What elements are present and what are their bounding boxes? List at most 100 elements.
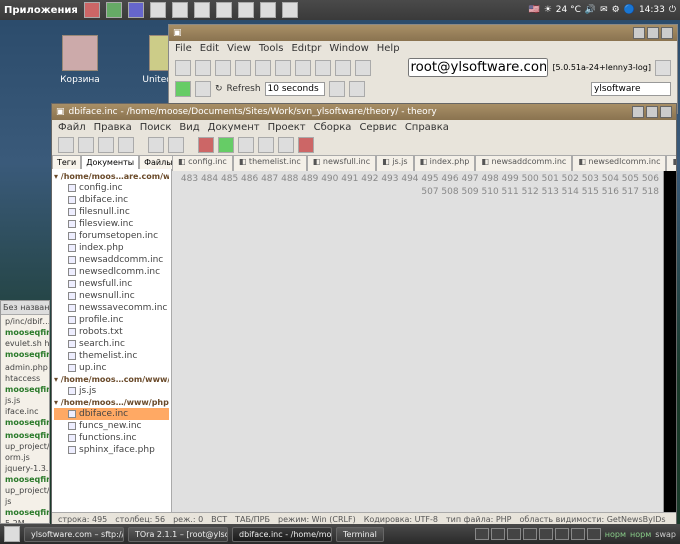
taskbar-task[interactable]: dbiface.inc - /home/moo…: [232, 527, 332, 542]
menu-item[interactable]: Вид: [179, 122, 199, 133]
editor-tab[interactable]: ◧ config.inc: [172, 155, 233, 171]
minimize-button[interactable]: [632, 106, 644, 118]
tray-icon[interactable]: ⚙: [612, 5, 620, 15]
toolbar-button[interactable]: [655, 60, 671, 76]
schema-combo[interactable]: [591, 82, 671, 96]
refresh-icon[interactable]: ↻: [215, 84, 223, 94]
desktop-trash[interactable]: Корзина: [45, 35, 115, 85]
toolbar-button[interactable]: [255, 60, 271, 76]
toolbar-button[interactable]: [329, 81, 345, 97]
tree-file[interactable]: themelist.inc: [54, 350, 169, 362]
toolbar-button[interactable]: [175, 60, 191, 76]
save-button[interactable]: [98, 137, 114, 153]
toolbar-button[interactable]: [278, 137, 294, 153]
sidebar-tab[interactable]: Теги: [52, 155, 81, 169]
menu-item[interactable]: Сервис: [359, 122, 396, 133]
menu-item[interactable]: Edit: [200, 43, 219, 54]
tree-file[interactable]: search.inc: [54, 338, 169, 350]
panel-icon[interactable]: [238, 2, 254, 18]
new-file-button[interactable]: [58, 137, 74, 153]
menu-item[interactable]: View: [227, 43, 251, 54]
tray-icon[interactable]: 🔵: [624, 5, 635, 15]
stop-button[interactable]: [195, 81, 211, 97]
minimize-button[interactable]: [633, 27, 645, 39]
menu-item[interactable]: Help: [377, 43, 400, 54]
file-tree[interactable]: ▾ /home/moos…are.com/wwwconfig.incdbifac…: [52, 169, 171, 512]
editor-tab[interactable]: ◧ newsaddcomm.inc: [475, 155, 572, 171]
toolbar-button[interactable]: [335, 60, 351, 76]
toolbar-button[interactable]: [315, 60, 331, 76]
editor-tab[interactable]: ◧ index.php: [414, 155, 476, 171]
run-button[interactable]: [218, 137, 234, 153]
menu-item[interactable]: Правка: [94, 122, 132, 133]
maximize-button[interactable]: [646, 106, 658, 118]
menu-item[interactable]: Справка: [405, 122, 449, 133]
tree-file[interactable]: filesview.inc: [54, 218, 169, 230]
source-code[interactable]: // Делаем входные данные безопасными $id…: [664, 171, 676, 512]
menu-item[interactable]: Файл: [58, 122, 86, 133]
tree-file[interactable]: dbiface.inc: [54, 194, 169, 206]
save-all-button[interactable]: [118, 137, 134, 153]
tray-icon[interactable]: ✉: [600, 5, 608, 15]
menu-item[interactable]: Поиск: [140, 122, 172, 133]
toolbar-button[interactable]: [355, 60, 371, 76]
toolbar-button[interactable]: [215, 60, 231, 76]
tree-file[interactable]: up.inc: [54, 362, 169, 374]
panel-icon[interactable]: [172, 2, 188, 18]
toolbar-button[interactable]: [258, 137, 274, 153]
tree-file[interactable]: newsaddcomm.inc: [54, 254, 169, 266]
redo-button[interactable]: [168, 137, 184, 153]
open-button[interactable]: [78, 137, 94, 153]
maximize-button[interactable]: [647, 27, 659, 39]
panel-icon[interactable]: [282, 2, 298, 18]
taskbar-task[interactable]: Terminal: [336, 527, 384, 542]
geany-titlebar[interactable]: ▣ dbiface.inc - /home/moose/Documents/Si…: [52, 104, 676, 120]
tree-file[interactable]: newsnull.inc: [54, 290, 169, 302]
panel-icon[interactable]: [106, 2, 122, 18]
tree-file[interactable]: newsedlcomm.inc: [54, 266, 169, 278]
close-button[interactable]: [660, 106, 672, 118]
undo-button[interactable]: [148, 137, 164, 153]
tora-titlebar[interactable]: ▣: [169, 25, 677, 41]
panel-icon[interactable]: [194, 2, 210, 18]
refresh-interval[interactable]: [265, 82, 325, 96]
panel-icon[interactable]: [128, 2, 144, 18]
menu-item[interactable]: Проект: [268, 122, 306, 133]
panel-icon[interactable]: [150, 2, 166, 18]
tree-file[interactable]: newssavecomm.inc: [54, 302, 169, 314]
tree-file[interactable]: functions.inc: [54, 432, 169, 444]
editor-tab[interactable]: ◧ newsfull.inc: [307, 155, 376, 171]
panel-icon[interactable]: [84, 2, 100, 18]
shutdown-icon[interactable]: ⏻: [669, 5, 676, 15]
tree-file[interactable]: profile.inc: [54, 314, 169, 326]
tray-icon[interactable]: 🔊: [585, 5, 596, 15]
tree-folder[interactable]: ▾ /home/moos…are.com/www: [54, 171, 169, 182]
editor-tab[interactable]: ◧ themelist.inc: [233, 155, 307, 171]
tree-folder[interactable]: ▾ /home/moos…com/www/js: [54, 374, 169, 385]
tree-file[interactable]: js.js: [54, 385, 169, 397]
tree-file[interactable]: dbiface.inc: [54, 408, 169, 420]
menu-item[interactable]: Tools: [259, 43, 284, 54]
tree-file[interactable]: forumsetopen.inc: [54, 230, 169, 242]
clock[interactable]: 14:33: [639, 5, 665, 15]
flag-icon[interactable]: 🇺🇸: [528, 5, 539, 15]
toolbar-button[interactable]: [349, 81, 365, 97]
sidebar-tab[interactable]: Документы: [81, 155, 139, 169]
tree-file[interactable]: filesnull.inc: [54, 206, 169, 218]
tree-file[interactable]: funcs_new.inc: [54, 420, 169, 432]
tree-file[interactable]: index.php: [54, 242, 169, 254]
toolbar-button[interactable]: [238, 137, 254, 153]
toolbar-button[interactable]: [298, 137, 314, 153]
taskbar-task[interactable]: ylsoftware.com – sftp://…: [24, 527, 124, 542]
menu-item[interactable]: Сборка: [314, 122, 352, 133]
tree-file[interactable]: config.inc: [54, 182, 169, 194]
connection-combo[interactable]: [408, 58, 548, 77]
editor-tab[interactable]: ◧ js.js: [376, 155, 413, 171]
editor-tab[interactable]: ◧ newsedlcomm.inc: [572, 155, 666, 171]
tree-folder[interactable]: ▾ /home/moos…/www/phpinc: [54, 397, 169, 408]
tree-file[interactable]: newsfull.inc: [54, 278, 169, 290]
workspace-pager[interactable]: [475, 528, 601, 540]
menu-item[interactable]: Edıtрr: [291, 43, 321, 54]
applications-menu[interactable]: Приложения: [4, 5, 78, 16]
run-button[interactable]: [175, 81, 191, 97]
